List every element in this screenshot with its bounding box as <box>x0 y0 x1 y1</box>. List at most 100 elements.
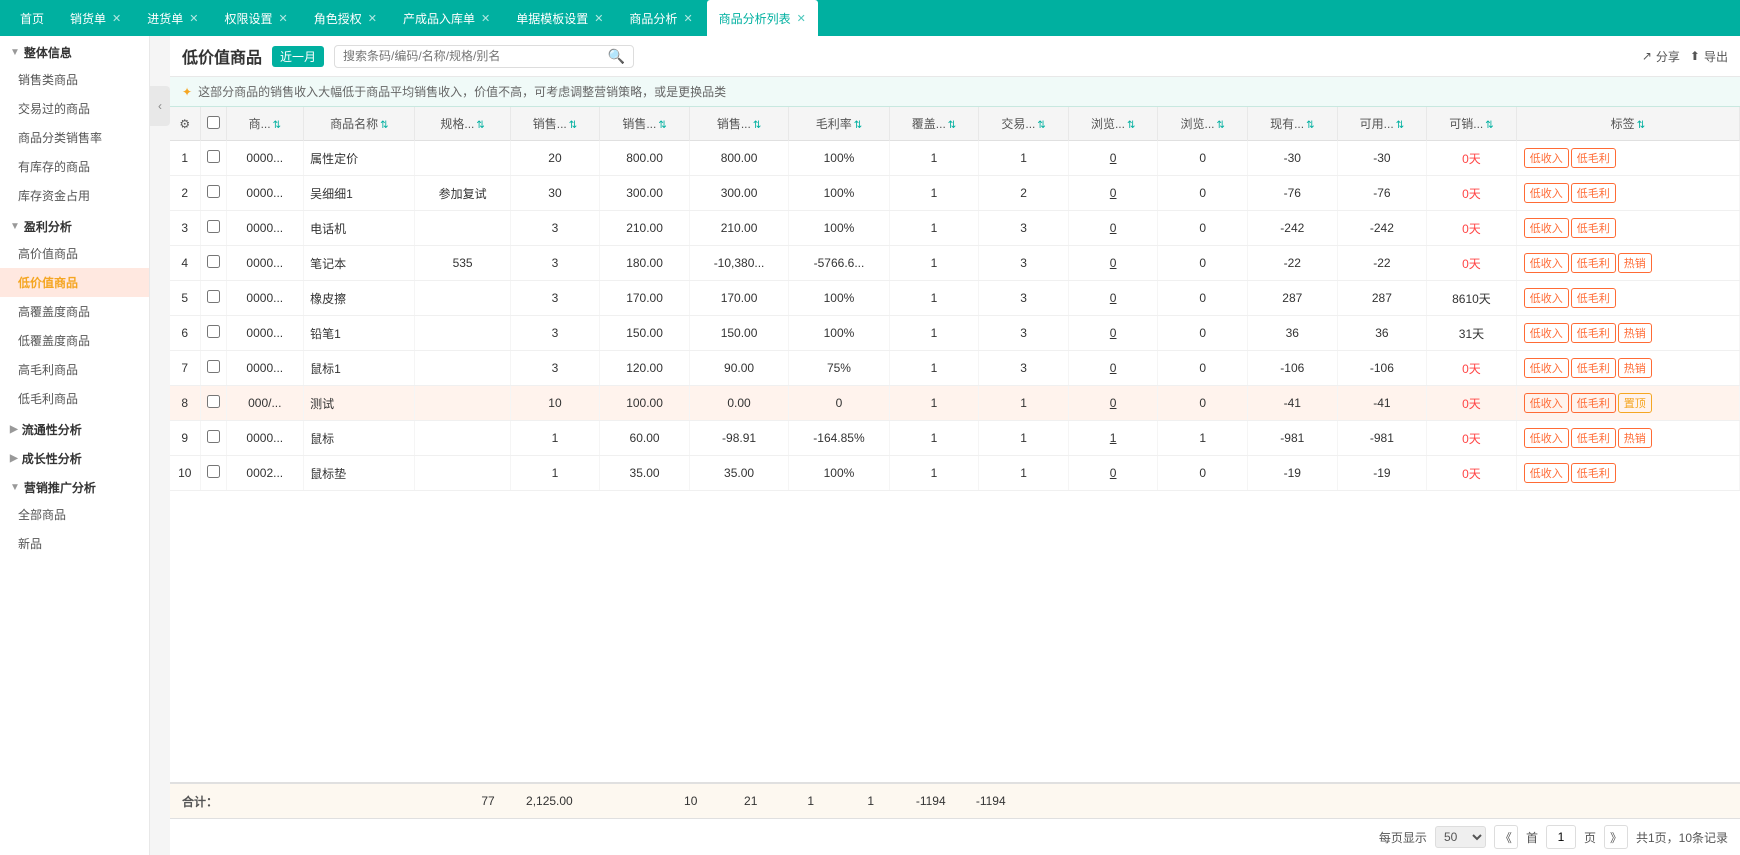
sidebar-group-circulation[interactable]: ▶ 流通性分析 <box>0 413 149 442</box>
close-icon[interactable]: ✕ <box>368 12 377 25</box>
cell-sellable: 0天 <box>1427 386 1517 421</box>
row-checkbox[interactable] <box>207 255 220 268</box>
nav-permission[interactable]: 权限设置 ✕ <box>212 0 299 36</box>
share-button[interactable]: ↗ 分享 <box>1642 48 1680 65</box>
view1-link[interactable]: 0 <box>1110 361 1117 375</box>
col-gear[interactable]: ⚙ <box>170 107 200 141</box>
nav-sales[interactable]: 销货单 ✕ <box>58 0 133 36</box>
cell-check <box>200 176 226 211</box>
col-margin-rate[interactable]: 毛利率⇅ <box>789 107 889 141</box>
cell-sales-avg: 300.00 <box>689 176 788 211</box>
row-checkbox[interactable] <box>207 185 220 198</box>
cell-current: 36 <box>1248 316 1338 351</box>
col-sales-amt[interactable]: 销售...⇅ <box>600 107 690 141</box>
row-checkbox[interactable] <box>207 150 220 163</box>
nav-product-list[interactable]: 商品分析列表 ✕ <box>707 0 818 36</box>
days-badge: 0天 <box>1462 362 1481 376</box>
sidebar-item-low-coverage[interactable]: 低覆盖度商品 <box>0 326 149 355</box>
view1-link[interactable]: 0 <box>1110 256 1117 270</box>
sidebar-item-high-coverage[interactable]: 高覆盖度商品 <box>0 297 149 326</box>
cell-view1: 0 <box>1068 316 1158 351</box>
cell-sellable: 31天 <box>1427 316 1517 351</box>
page-input[interactable] <box>1546 825 1576 849</box>
view1-link[interactable]: 0 <box>1110 291 1117 305</box>
share-icon: ↗ <box>1642 49 1652 63</box>
cell-sales-amt: 100.00 <box>600 386 690 421</box>
col-view1[interactable]: 浏览...⇅ <box>1068 107 1158 141</box>
filter-tag-recent[interactable]: 近一月 <box>272 46 324 67</box>
nav-warehouse[interactable]: 产成品入库单 ✕ <box>391 0 502 36</box>
col-tags[interactable]: 标签⇅ <box>1516 107 1739 141</box>
next-page-button[interactable]: 》 <box>1604 825 1628 849</box>
nav-home[interactable]: 首页 <box>8 0 56 36</box>
sidebar-item-traded[interactable]: 交易过的商品 <box>0 94 149 123</box>
close-icon[interactable]: ✕ <box>279 12 288 25</box>
col-sales-qty[interactable]: 销售...⇅ <box>510 107 600 141</box>
first-page-button[interactable]: 《 <box>1494 825 1518 849</box>
close-icon[interactable]: ✕ <box>481 12 490 25</box>
days-badge: 0天 <box>1462 467 1481 481</box>
view1-link[interactable]: 0 <box>1110 221 1117 235</box>
close-icon[interactable]: ✕ <box>797 12 806 25</box>
row-checkbox[interactable] <box>207 360 220 373</box>
row-checkbox[interactable] <box>207 465 220 478</box>
sidebar-group-profit[interactable]: ▼ 盈利分析 <box>0 210 149 239</box>
sidebar-item-new-products[interactable]: 新品 <box>0 529 149 558</box>
view1-link[interactable]: 0 <box>1110 326 1117 340</box>
row-checkbox[interactable] <box>207 325 220 338</box>
nav-product-analysis[interactable]: 商品分析 ✕ <box>617 0 704 36</box>
cell-check <box>200 211 226 246</box>
sidebar-item-high-value[interactable]: 高价值商品 <box>0 239 149 268</box>
close-icon[interactable]: ✕ <box>112 12 121 25</box>
sidebar-group-overview[interactable]: ▼ 整体信息 <box>0 36 149 65</box>
col-trade[interactable]: 交易...⇅ <box>979 107 1069 141</box>
close-icon[interactable]: ✕ <box>189 12 198 25</box>
col-code[interactable]: 商...⇅ <box>226 107 304 141</box>
cell-view1: 0 <box>1068 351 1158 386</box>
col-sales-avg[interactable]: 销售...⇅ <box>689 107 788 141</box>
sidebar-item-low-margin[interactable]: 低毛利商品 <box>0 384 149 413</box>
export-button[interactable]: ⬆ 导出 <box>1690 48 1728 65</box>
sidebar-group-growth[interactable]: ▶ 成长性分析 <box>0 442 149 471</box>
view1-link[interactable]: 0 <box>1110 466 1117 480</box>
tag-badge: 低收入 <box>1524 183 1569 203</box>
col-current[interactable]: 现有...⇅ <box>1248 107 1338 141</box>
row-checkbox[interactable] <box>207 290 220 303</box>
col-sellable[interactable]: 可销...⇅ <box>1427 107 1517 141</box>
search-input[interactable] <box>343 49 604 63</box>
col-available[interactable]: 可用...⇅ <box>1337 107 1427 141</box>
row-checkbox[interactable] <box>207 220 220 233</box>
view1-link[interactable]: 0 <box>1110 151 1117 165</box>
sidebar-item-in-stock[interactable]: 有库存的商品 <box>0 152 149 181</box>
nav-role[interactable]: 角色授权 ✕ <box>302 0 389 36</box>
per-page-select[interactable]: 50 100 200 <box>1435 826 1486 848</box>
close-icon[interactable]: ✕ <box>683 12 692 25</box>
sidebar-item-category-sales[interactable]: 商品分类销售率 <box>0 123 149 152</box>
sidebar-item-stock-funds[interactable]: 库存资金占用 <box>0 181 149 210</box>
select-all-checkbox[interactable] <box>207 116 220 129</box>
cell-code: 0000... <box>226 176 304 211</box>
sidebar: ▼ 整体信息 销售类商品 交易过的商品 商品分类销售率 有库存的商品 库存资金占… <box>0 36 150 855</box>
view1-link[interactable]: 0 <box>1110 186 1117 200</box>
col-coverage[interactable]: 覆盖...⇅ <box>889 107 979 141</box>
search-icon[interactable]: 🔍 <box>608 48 625 65</box>
row-checkbox[interactable] <box>207 430 220 443</box>
row-checkbox[interactable] <box>207 395 220 408</box>
col-name[interactable]: 商品名称⇅ <box>304 107 415 141</box>
nav-purchase[interactable]: 进货单 ✕ <box>135 0 210 36</box>
sidebar-item-sales-products[interactable]: 销售类商品 <box>0 65 149 94</box>
close-icon[interactable]: ✕ <box>594 12 603 25</box>
cell-trade: 1 <box>979 421 1069 456</box>
nav-template[interactable]: 单据模板设置 ✕ <box>504 0 615 36</box>
col-check <box>200 107 226 141</box>
sidebar-item-high-margin[interactable]: 高毛利商品 <box>0 355 149 384</box>
view1-link[interactable]: 1 <box>1110 431 1117 445</box>
sidebar-group-marketing[interactable]: ▼ 营销推广分析 <box>0 471 149 500</box>
cell-trade: 3 <box>979 246 1069 281</box>
sidebar-item-all-products[interactable]: 全部商品 <box>0 500 149 529</box>
col-view2[interactable]: 浏览...⇅ <box>1158 107 1248 141</box>
sidebar-collapse-button[interactable]: ‹ <box>150 86 170 126</box>
col-spec[interactable]: 规格...⇅ <box>415 107 510 141</box>
view1-link[interactable]: 0 <box>1110 396 1117 410</box>
sidebar-item-low-value[interactable]: 低价值商品 <box>0 268 149 297</box>
